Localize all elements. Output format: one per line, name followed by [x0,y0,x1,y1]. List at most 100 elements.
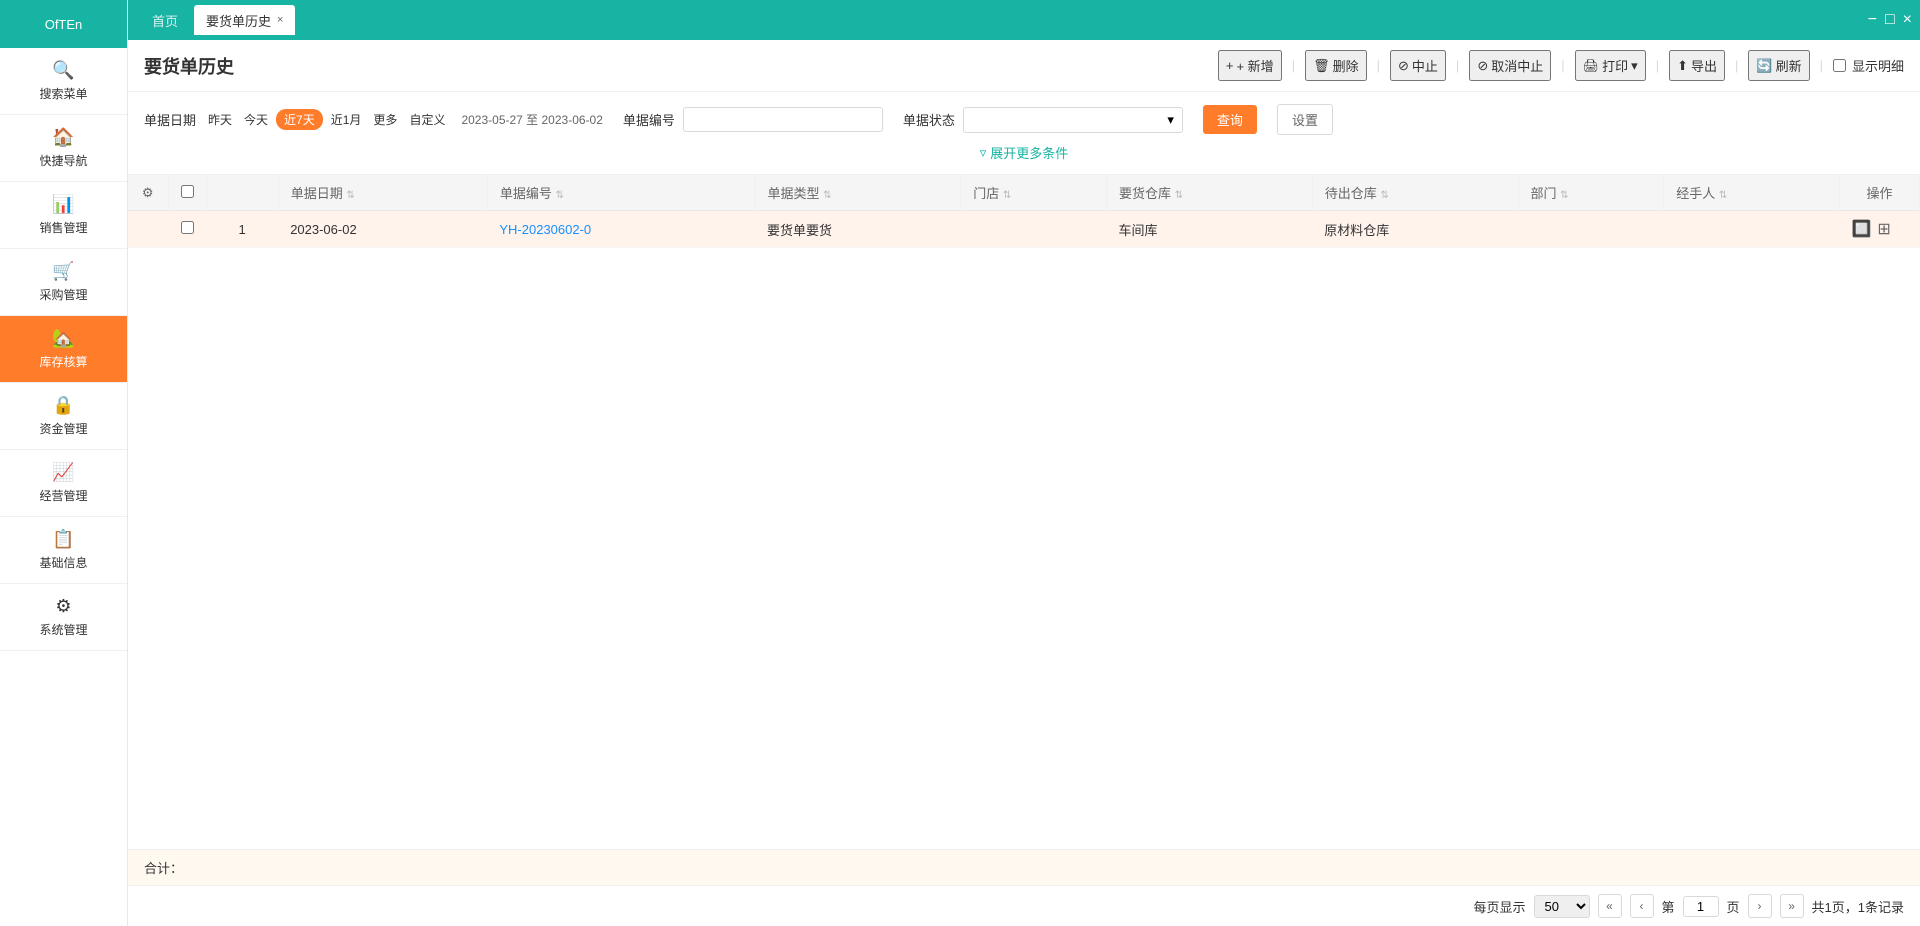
header-actions: + + 新增 | 🗑 删除 | ⊘ 中止 | ⊘ 取消中止 | [1218,50,1904,81]
doc-num-input[interactable] [683,107,883,132]
show-detail-toggle[interactable]: 显示明细 [1833,56,1904,75]
page-prefix: 第 [1662,897,1675,916]
first-page-button[interactable]: « [1598,894,1622,918]
settings-button[interactable]: 设置 [1277,104,1333,135]
logo-text: OfTEn [45,17,83,32]
sort-pending-warehouse-icon[interactable]: ⇅ [1380,190,1388,201]
sort-doc-date-icon[interactable]: ⇅ [346,190,354,201]
sidebar-item-finance[interactable]: 🔒 资金管理 [0,383,127,450]
export-button[interactable]: ⬆ 导出 [1669,50,1725,81]
refresh-icon: 🔄 [1756,58,1772,74]
expand-filter-button[interactable]: ▿ 展开更多条件 [980,143,1069,162]
query-button[interactable]: 查询 [1203,105,1257,134]
sidebar: OfTEn 🔍 搜索菜单 🏠 快捷导航 📊 销售管理 🛒 采购管理 🏡 库存核算… [0,0,128,926]
tab-home[interactable]: 首页 [140,5,190,35]
sidebar-item-purchase[interactable]: 🛒 采购管理 [0,249,127,316]
date-filter-label: 单据日期 [144,110,196,129]
purchase-label: 采购管理 [39,286,87,303]
cell-store-0 [961,211,1107,248]
main-content: 首页要货单历史× − □ × 要货单历史 + + 新增 | 🗑 删除 | [128,0,1920,926]
tab-bar: 首页 要货单历史 × − □ × [128,0,1920,40]
date-option-近7天[interactable]: 近7天 [276,109,323,130]
doc-num-label: 单据编号 [623,110,675,129]
cell-req-warehouse-0: 车间库 [1106,211,1312,248]
refresh-button[interactable]: 🔄 刷新 [1748,50,1809,81]
last-page-button[interactable]: » [1780,894,1804,918]
sales-label: 销售管理 [39,219,87,236]
pagination: 每页显示 50 100 200 « ‹ 第 页 › » 共1页，1条记录 [128,885,1920,926]
th-seq [206,175,278,211]
stop-button[interactable]: ⊘ 中止 [1390,50,1446,81]
prev-page-button[interactable]: ‹ [1630,894,1654,918]
close-button[interactable]: × [1903,11,1912,29]
th-handler: 经手人 ⇅ [1664,175,1840,211]
sort-doc-type-icon[interactable]: ⇅ [823,190,831,201]
basic-info-label: 基础信息 [39,554,87,571]
add-icon: + [1226,58,1234,73]
print-button[interactable]: 🖨 打印 ▾ [1575,50,1646,81]
sidebar-item-sales[interactable]: 📊 销售管理 [0,182,127,249]
show-detail-checkbox[interactable] [1833,59,1846,72]
date-option-近1月[interactable]: 近1月 [327,109,366,130]
tab-label-requisition-history: 要货单历史 [206,11,271,30]
system-icon: ⚙ [55,596,71,617]
date-option-自定义[interactable]: 自定义 [405,109,449,130]
sort-store-icon[interactable]: ⇅ [1003,190,1011,201]
date-range-text: 2023-05-27 至 2023-06-02 [461,111,602,128]
date-option-昨天[interactable]: 昨天 [204,109,236,130]
maximize-button[interactable]: □ [1885,11,1895,29]
sidebar-item-operation[interactable]: 📈 经营管理 [0,450,127,517]
cell-handler-0 [1664,211,1840,248]
sidebar-logo: OfTEn [0,0,127,48]
sort-req-warehouse-icon[interactable]: ⇅ [1175,190,1183,201]
search-menu-icon: 🔍 [52,60,74,81]
inventory-icon: 🏡 [52,328,74,349]
view-op-0[interactable]: 🔲 [1852,219,1872,239]
finance-icon: 🔒 [52,395,74,416]
sidebar-item-basic-info[interactable]: 📋 基础信息 [0,517,127,584]
cell-settings [128,211,168,248]
sidebar-item-system[interactable]: ⚙ 系统管理 [0,584,127,651]
date-option-今天[interactable]: 今天 [240,109,272,130]
cancel-stop-button[interactable]: ⊘ 取消中止 [1469,50,1551,81]
per-page-select[interactable]: 50 100 200 [1534,895,1590,918]
minimize-button[interactable]: − [1868,11,1877,29]
row-checkbox-0[interactable] [181,221,194,234]
page-input[interactable] [1683,896,1719,917]
add-button[interactable]: + + 新增 [1218,50,1282,81]
select-all-checkbox[interactable] [181,185,194,198]
delete-button[interactable]: 🗑 删除 [1305,50,1367,81]
tab-label-home: 首页 [152,11,178,30]
th-ops: 操作 [1840,175,1920,211]
cell-ops-0: 🔲 ⊞ [1840,211,1920,248]
stop-icon: ⊘ [1398,58,1409,74]
cancel-stop-icon: ⊘ [1477,58,1488,74]
more-op-0[interactable]: ⊞ [1877,219,1890,239]
sort-department-icon[interactable]: ⇅ [1560,190,1568,201]
th-req-warehouse: 要货仓库 ⇅ [1106,175,1312,211]
status-select[interactable]: ▾ [963,107,1183,133]
tab-close-requisition-history[interactable]: × [277,14,283,26]
sidebar-item-inventory[interactable]: 🏡 库存核算 [0,316,127,383]
next-page-button[interactable]: › [1748,894,1772,918]
tab-requisition-history[interactable]: 要货单历史 × [194,5,295,35]
page-suffix: 页 [1727,897,1740,916]
sort-doc-num-icon[interactable]: ⇅ [556,190,564,201]
cell-seq-0: 1 [206,211,278,248]
date-option-更多[interactable]: 更多 [369,109,401,130]
th-pending-warehouse: 待出仓库 ⇅ [1312,175,1518,211]
cell-department-0 [1518,211,1664,248]
doc-num-link-0[interactable]: YH-20230602-0 [499,222,591,237]
cell-pending-warehouse-0: 原材料仓库 [1312,211,1518,248]
sidebar-item-quick-nav[interactable]: 🏠 快捷导航 [0,115,127,182]
sidebar-item-search-menu[interactable]: 🔍 搜索菜单 [0,48,127,115]
status-filter-group: 单据状态 ▾ [903,107,1183,133]
basic-info-icon: 📋 [52,529,74,550]
page-content: 要货单历史 + + 新增 | 🗑 删除 | ⊘ 中止 | ⊘ [128,40,1920,926]
print-dropdown-icon: ▾ [1631,58,1638,74]
cell-checkbox[interactable] [168,211,206,248]
total-label: 合计： [144,861,183,876]
search-menu-label: 搜索菜单 [39,85,87,102]
sort-handler-icon[interactable]: ⇅ [1719,190,1727,201]
date-options: 昨天今天近7天近1月更多自定义 [204,109,449,130]
